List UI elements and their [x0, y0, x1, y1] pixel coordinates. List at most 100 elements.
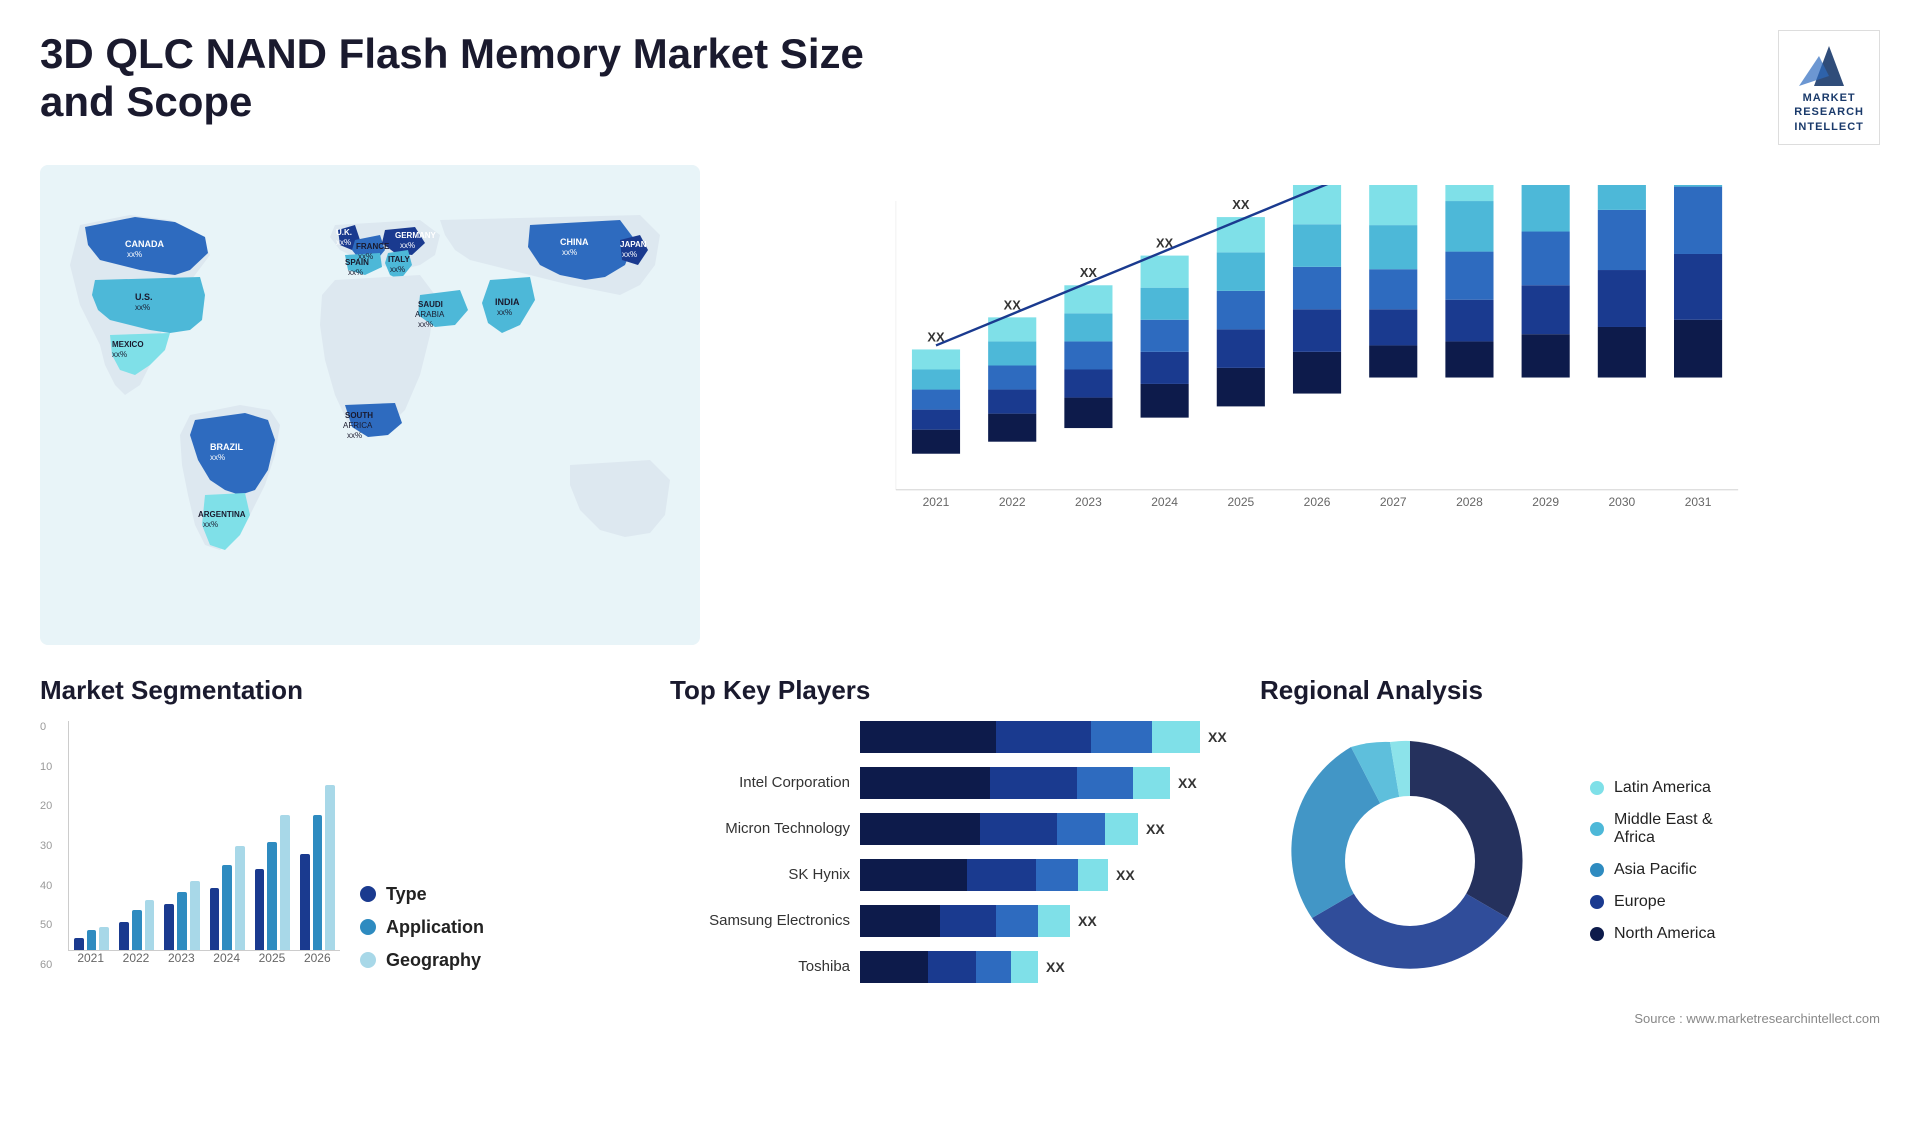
seg-group-2022 — [119, 900, 154, 950]
world-map: CANADA xx% U.S. xx% MEXICO xx% BRAZIL xx… — [40, 165, 700, 645]
top-section: CANADA xx% U.S. xx% MEXICO xx% BRAZIL xx… — [40, 165, 1880, 645]
players-title: Top Key Players — [670, 675, 1230, 706]
svg-text:xx%: xx% — [348, 268, 363, 277]
regional-content: Latin America Middle East &Africa Asia P… — [1260, 721, 1880, 1001]
legend-dot-application — [360, 919, 376, 935]
svg-text:xx%: xx% — [390, 265, 405, 274]
reg-dot-asia-pacific — [1590, 863, 1604, 877]
player-name-skhynix: SK Hynix — [670, 866, 850, 883]
page-header: 3D QLC NAND Flash Memory Market Size and… — [40, 30, 1880, 145]
svg-text:BRAZIL: BRAZIL — [210, 442, 243, 452]
svg-text:U.S.: U.S. — [135, 292, 153, 302]
svg-text:2028: 2028 — [1456, 495, 1483, 509]
legend-dot-geography — [360, 952, 376, 968]
player-bar-toshiba — [860, 951, 1038, 983]
source-text: Source : www.marketresearchintellect.com — [1260, 1011, 1880, 1026]
legend-item-type: Type — [360, 884, 484, 905]
svg-text:ARGENTINA: ARGENTINA — [198, 510, 246, 519]
logo-text-line3: INTELLECT — [1794, 120, 1864, 134]
svg-text:xx%: xx% — [562, 248, 577, 257]
svg-text:xx%: xx% — [336, 238, 351, 247]
svg-text:xx%: xx% — [400, 241, 415, 250]
seg-bars-area — [68, 721, 340, 951]
player-bar-wrap-intel: XX — [860, 767, 1230, 799]
regional-title: Regional Analysis — [1260, 675, 1880, 706]
svg-text:SOUTH: SOUTH — [345, 411, 373, 420]
players-section: Top Key Players XX Intel Corporation — [670, 675, 1230, 1026]
seg-group-2025 — [255, 815, 290, 950]
player-val-1: XX — [1208, 729, 1227, 745]
svg-text:ARABIA: ARABIA — [415, 310, 445, 319]
reg-dot-north-america — [1590, 927, 1604, 941]
svg-text:xx%: xx% — [203, 520, 218, 529]
svg-text:XX: XX — [1232, 197, 1250, 212]
svg-text:JAPAN: JAPAN — [620, 240, 647, 249]
player-bar-1 — [860, 721, 1200, 753]
reg-legend-europe: Europe — [1590, 893, 1715, 911]
player-bar-wrap-skhynix: XX — [860, 859, 1230, 891]
player-bar-wrap-1: XX — [860, 721, 1230, 753]
segmentation-section: Market Segmentation 60 50 40 30 20 10 0 — [40, 675, 640, 1026]
players-chart: XX Intel Corporation XX Micron Technolog… — [670, 721, 1230, 983]
player-val-samsung: XX — [1078, 913, 1097, 929]
page-title: 3D QLC NAND Flash Memory Market Size and… — [40, 30, 940, 126]
player-row-micron: Micron Technology XX — [670, 813, 1230, 845]
player-bar-wrap-samsung: XX — [860, 905, 1230, 937]
legend-item-geography: Geography — [360, 950, 484, 971]
segmentation-title: Market Segmentation — [40, 675, 640, 706]
svg-text:xx%: xx% — [127, 250, 142, 259]
svg-text:xx%: xx% — [135, 303, 150, 312]
svg-text:FRANCE: FRANCE — [356, 242, 390, 251]
logo-text-line2: RESEARCH — [1794, 105, 1864, 119]
svg-text:2031: 2031 — [1685, 495, 1712, 509]
svg-text:xx%: xx% — [418, 320, 433, 329]
svg-text:GERMANY: GERMANY — [395, 231, 437, 240]
svg-text:2021: 2021 — [923, 495, 950, 509]
seg-group-2023 — [164, 881, 199, 950]
player-bar-wrap-toshiba: XX — [860, 951, 1230, 983]
svg-text:CANADA: CANADA — [125, 239, 164, 249]
svg-text:SPAIN: SPAIN — [345, 258, 369, 267]
svg-text:2023: 2023 — [1075, 495, 1102, 509]
reg-legend-middle-east: Middle East &Africa — [1590, 811, 1715, 847]
regional-legend: Latin America Middle East &Africa Asia P… — [1590, 779, 1715, 943]
player-val-micron: XX — [1146, 821, 1165, 837]
legend-item-application: Application — [360, 917, 484, 938]
reg-legend-latin-america: Latin America — [1590, 779, 1715, 797]
regional-section: Regional Analysis — [1260, 675, 1880, 1026]
logo-text-line1: MARKET — [1803, 91, 1856, 105]
svg-text:AFRICA: AFRICA — [343, 421, 373, 430]
logo-icon — [1799, 41, 1859, 91]
bar-chart: XX 2021 XX 2022 — [730, 165, 1880, 645]
reg-legend-asia-pacific: Asia Pacific — [1590, 861, 1715, 879]
bar-chart-svg: XX 2021 XX 2022 — [750, 185, 1860, 554]
svg-text:2026: 2026 — [1304, 495, 1331, 509]
bottom-section: Market Segmentation 60 50 40 30 20 10 0 — [40, 675, 1880, 1026]
player-name-intel: Intel Corporation — [670, 774, 850, 791]
svg-text:XX: XX — [1080, 265, 1098, 280]
svg-text:2022: 2022 — [999, 495, 1026, 509]
player-bar-skhynix — [860, 859, 1108, 891]
player-val-intel: XX — [1178, 775, 1197, 791]
segmentation-chart: 60 50 40 30 20 10 0 — [40, 721, 340, 1001]
player-row-samsung: Samsung Electronics XX — [670, 905, 1230, 937]
seg-y-axis: 60 50 40 30 20 10 0 — [40, 721, 65, 971]
svg-text:U.K.: U.K. — [336, 228, 352, 237]
player-row-skhynix: SK Hynix XX — [670, 859, 1230, 891]
seg-group-2026 — [300, 785, 335, 950]
reg-dot-europe — [1590, 895, 1604, 909]
svg-text:xx%: xx% — [210, 453, 225, 462]
player-val-toshiba: XX — [1046, 959, 1065, 975]
donut-chart — [1260, 721, 1560, 1001]
svg-text:2024: 2024 — [1151, 495, 1178, 509]
player-row-1: XX — [670, 721, 1230, 753]
svg-text:MEXICO: MEXICO — [112, 340, 144, 349]
svg-text:SAUDI: SAUDI — [418, 300, 443, 309]
player-val-skhynix: XX — [1116, 867, 1135, 883]
svg-text:xx%: xx% — [347, 431, 362, 440]
svg-text:2029: 2029 — [1532, 495, 1559, 509]
reg-legend-north-america: North America — [1590, 925, 1715, 943]
svg-text:INDIA: INDIA — [495, 297, 520, 307]
svg-text:2025: 2025 — [1227, 495, 1254, 509]
player-row-intel: Intel Corporation XX — [670, 767, 1230, 799]
